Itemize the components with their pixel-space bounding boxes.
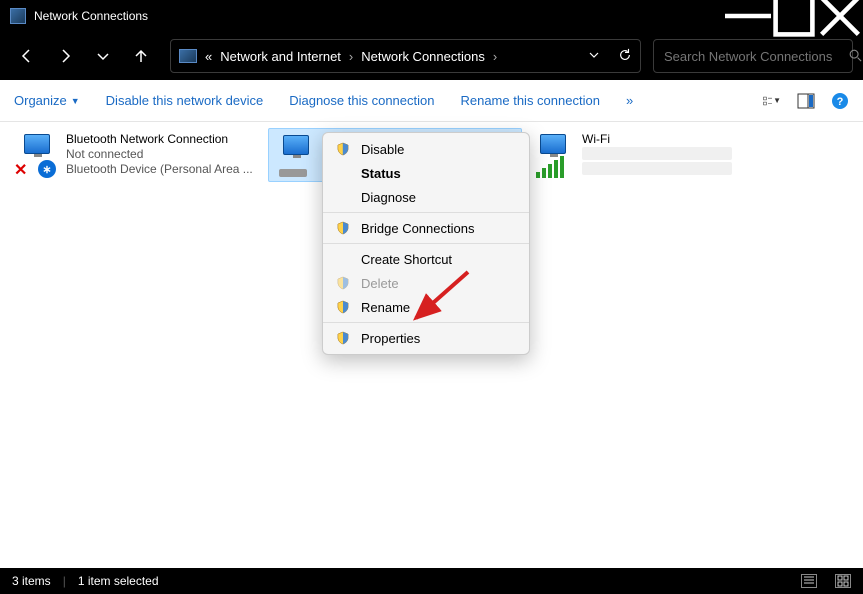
context-menu-label: Rename bbox=[361, 300, 410, 315]
connection-item-bluetooth[interactable]: ✕ ∗ Bluetooth Network Connection Not con… bbox=[10, 128, 264, 182]
refresh-button[interactable] bbox=[618, 48, 632, 65]
context-menu: Disable Status Diagnose Bridge Connectio… bbox=[322, 132, 530, 355]
context-menu-label: Properties bbox=[361, 331, 420, 346]
status-bar: 3 items | 1 item selected bbox=[0, 568, 863, 594]
context-menu-label: Disable bbox=[361, 142, 404, 157]
connection-name: Bluetooth Network Connection bbox=[66, 132, 253, 147]
shield-icon bbox=[335, 141, 351, 157]
app-icon bbox=[10, 8, 26, 24]
context-menu-shortcut[interactable]: Create Shortcut bbox=[323, 247, 529, 271]
chevron-right-icon[interactable]: › bbox=[349, 49, 353, 64]
search-input[interactable] bbox=[664, 49, 840, 64]
shield-icon bbox=[335, 330, 351, 346]
shield-icon bbox=[335, 220, 351, 236]
wifi-connection-icon bbox=[530, 132, 578, 178]
shield-icon bbox=[335, 275, 351, 291]
back-button[interactable] bbox=[10, 39, 44, 73]
recent-dropdown[interactable] bbox=[86, 39, 120, 73]
view-options-button[interactable]: ▼ bbox=[763, 92, 781, 110]
navigation-bar: « Network and Internet › Network Connect… bbox=[0, 32, 863, 80]
window-title: Network Connections bbox=[34, 9, 725, 23]
help-button[interactable]: ? bbox=[831, 92, 849, 110]
wifi-signal-icon bbox=[536, 156, 564, 178]
location-icon bbox=[179, 49, 197, 63]
address-bar[interactable]: « Network and Internet › Network Connect… bbox=[170, 39, 641, 73]
context-menu-disable[interactable]: Disable bbox=[323, 137, 529, 161]
diagnose-cmd[interactable]: Diagnose this connection bbox=[289, 93, 434, 108]
selection-count: 1 item selected bbox=[78, 574, 159, 588]
context-menu-label: Status bbox=[361, 166, 401, 181]
ethernet-connection-icon bbox=[273, 133, 321, 179]
item-count: 3 items bbox=[12, 574, 51, 588]
shield-icon bbox=[335, 299, 351, 315]
context-menu-diagnose[interactable]: Diagnose bbox=[323, 185, 529, 209]
connection-name: Wi-Fi bbox=[582, 132, 732, 147]
connection-status bbox=[582, 147, 732, 160]
context-menu-label: Diagnose bbox=[361, 190, 416, 205]
close-button[interactable] bbox=[817, 0, 863, 32]
connection-device bbox=[582, 162, 732, 175]
context-menu-rename[interactable]: Rename bbox=[323, 295, 529, 319]
breadcrumb-seg1[interactable]: Network and Internet bbox=[220, 49, 341, 64]
large-icons-view-button[interactable] bbox=[835, 574, 851, 588]
context-menu-label: Delete bbox=[361, 276, 399, 291]
connection-status: Not connected bbox=[66, 147, 253, 162]
history-dropdown-icon[interactable] bbox=[588, 49, 600, 64]
breadcrumb-prefix: « bbox=[205, 49, 212, 64]
svg-text:?: ? bbox=[837, 96, 844, 108]
disconnected-badge-icon: ✕ bbox=[14, 160, 27, 180]
organize-menu[interactable]: Organize▼ bbox=[14, 93, 80, 108]
search-box[interactable] bbox=[653, 39, 853, 73]
context-menu-bridge[interactable]: Bridge Connections bbox=[323, 216, 529, 240]
connection-item-wifi[interactable]: Wi-Fi bbox=[526, 128, 780, 182]
command-bar: Organize▼ Disable this network device Di… bbox=[0, 80, 863, 122]
breadcrumb-seg2[interactable]: Network Connections bbox=[361, 49, 485, 64]
context-menu-label: Create Shortcut bbox=[361, 252, 452, 267]
more-cmd[interactable]: » bbox=[626, 93, 633, 108]
minimize-button[interactable] bbox=[725, 0, 771, 32]
chevron-down-icon: ▼ bbox=[71, 96, 80, 106]
connection-device: Bluetooth Device (Personal Area ... bbox=[66, 162, 253, 177]
bluetooth-connection-icon: ✕ ∗ bbox=[14, 132, 62, 178]
title-bar: Network Connections bbox=[0, 0, 863, 32]
context-menu-label: Bridge Connections bbox=[361, 221, 474, 236]
search-icon[interactable] bbox=[848, 48, 862, 65]
up-button[interactable] bbox=[124, 39, 158, 73]
divider: | bbox=[63, 574, 66, 588]
context-menu-status[interactable]: Status bbox=[323, 161, 529, 185]
chevron-right-icon[interactable]: › bbox=[493, 49, 497, 64]
bluetooth-icon: ∗ bbox=[38, 160, 56, 178]
rename-cmd[interactable]: Rename this connection bbox=[460, 93, 599, 108]
maximize-button[interactable] bbox=[771, 0, 817, 32]
disable-device-cmd[interactable]: Disable this network device bbox=[106, 93, 264, 108]
context-menu-delete: Delete bbox=[323, 271, 529, 295]
details-view-button[interactable] bbox=[801, 574, 817, 588]
context-menu-properties[interactable]: Properties bbox=[323, 326, 529, 350]
preview-pane-button[interactable] bbox=[797, 92, 815, 110]
forward-button[interactable] bbox=[48, 39, 82, 73]
